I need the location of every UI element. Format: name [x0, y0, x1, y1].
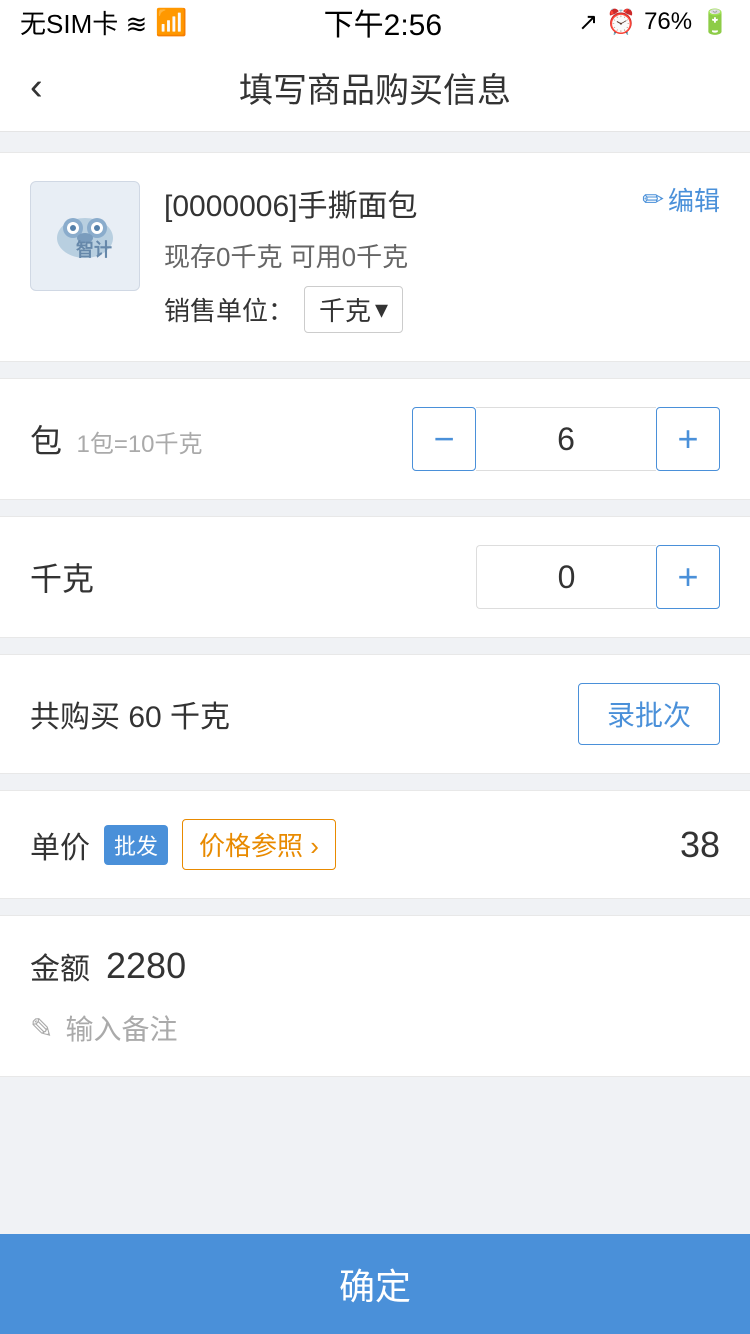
product-name: [0000006]手撕面包 — [164, 181, 642, 225]
price-label-group: 单价 批发 价格参照 › — [30, 819, 336, 870]
kg-increment-button[interactable]: + — [656, 545, 720, 609]
dropdown-icon: ▾ — [375, 294, 388, 325]
battery-text: 76% — [644, 8, 692, 36]
back-button[interactable]: ‹ — [30, 66, 43, 109]
total-section: 共购买 60 千克 录批次 — [0, 654, 750, 774]
product-logo: 智计 — [50, 200, 120, 272]
price-row: 单价 批发 价格参照 › 38 — [30, 819, 720, 870]
kg-section: 千克 + — [0, 516, 750, 638]
package-sublabel: 1包=10千克 — [76, 431, 202, 458]
kg-qty-input[interactable] — [476, 545, 656, 609]
batch-button[interactable]: 录批次 — [578, 683, 720, 745]
note-placeholder: 输入备注 — [65, 1008, 177, 1048]
price-label: 单价 — [30, 823, 90, 867]
product-stock: 现存0千克 可用0千克 — [164, 237, 720, 274]
amount-section: 金额 2280 ✎ 输入备注 — [0, 915, 750, 1077]
note-icon: ✎ — [30, 1012, 53, 1045]
price-section: 单价 批发 价格参照 › 38 — [0, 790, 750, 899]
package-label: 包 — [30, 423, 62, 459]
alarm-icon: ⏰ — [606, 8, 636, 37]
amount-label: 金额 — [30, 944, 90, 988]
product-card: 智计 [0000006]手撕面包 ✏ 编辑 现存0千克 可用0千克 销售单位： … — [0, 152, 750, 362]
product-info: [0000006]手撕面包 ✏ 编辑 现存0千克 可用0千克 销售单位： 千克 … — [164, 181, 720, 333]
svg-text:智计: 智计 — [76, 239, 112, 260]
product-title-row: [0000006]手撕面包 ✏ 编辑 — [164, 181, 720, 225]
package-increment-button[interactable]: + — [656, 407, 720, 471]
note-row[interactable]: ✎ 输入备注 — [30, 1008, 720, 1048]
edit-icon: ✏ — [642, 184, 664, 215]
status-right-group: ↗ ⏰ 76% 🔋 — [578, 8, 730, 37]
status-bar: 无SIM卡 ≋ 📶 下午2:56 ↗ ⏰ 76% 🔋 — [0, 0, 750, 44]
product-image: 智计 — [30, 181, 140, 291]
page-title: 填写商品购买信息 — [239, 63, 511, 112]
status-carrier: 无SIM卡 ≋ 📶 — [20, 4, 188, 41]
unit-select[interactable]: 千克 ▾ — [304, 286, 403, 333]
price-badge: 批发 — [104, 825, 168, 865]
unit-value: 千克 — [319, 291, 371, 328]
package-qty-row: 包 1包=10千克 − + — [0, 379, 750, 499]
package-decrement-button[interactable]: − — [412, 407, 476, 471]
status-time: 下午2:56 — [324, 0, 442, 44]
confirm-button[interactable]: 确定 — [0, 1234, 750, 1334]
wifi-icon: 📶 — [155, 7, 187, 38]
kg-qty-row: 千克 + — [0, 517, 750, 637]
kg-label-group: 千克 — [30, 554, 94, 600]
nav-bar: ‹ 填写商品购买信息 — [0, 44, 750, 132]
product-unit-row: 销售单位： 千克 ▾ — [164, 286, 720, 333]
carrier-text: 无SIM卡 ≋ — [20, 4, 147, 41]
unit-label: 销售单位： — [164, 291, 294, 328]
location-icon: ↗ — [578, 8, 598, 37]
kg-qty-control: + — [476, 545, 720, 609]
package-section: 包 1包=10千克 − + — [0, 378, 750, 500]
amount-row: 金额 2280 — [30, 944, 720, 988]
price-ref-button[interactable]: 价格参照 › — [182, 819, 336, 870]
package-label-group: 包 1包=10千克 — [30, 416, 203, 462]
edit-button[interactable]: ✏ 编辑 — [642, 181, 720, 218]
amount-value: 2280 — [106, 945, 186, 987]
package-qty-control: − + — [412, 407, 720, 471]
price-value: 38 — [680, 824, 720, 866]
battery-icon: 🔋 — [700, 8, 730, 37]
package-qty-input[interactable] — [476, 407, 656, 471]
total-label: 共购买 60 千克 — [30, 692, 230, 736]
bottom-spacer — [0, 1077, 750, 1197]
kg-label: 千克 — [30, 561, 94, 597]
